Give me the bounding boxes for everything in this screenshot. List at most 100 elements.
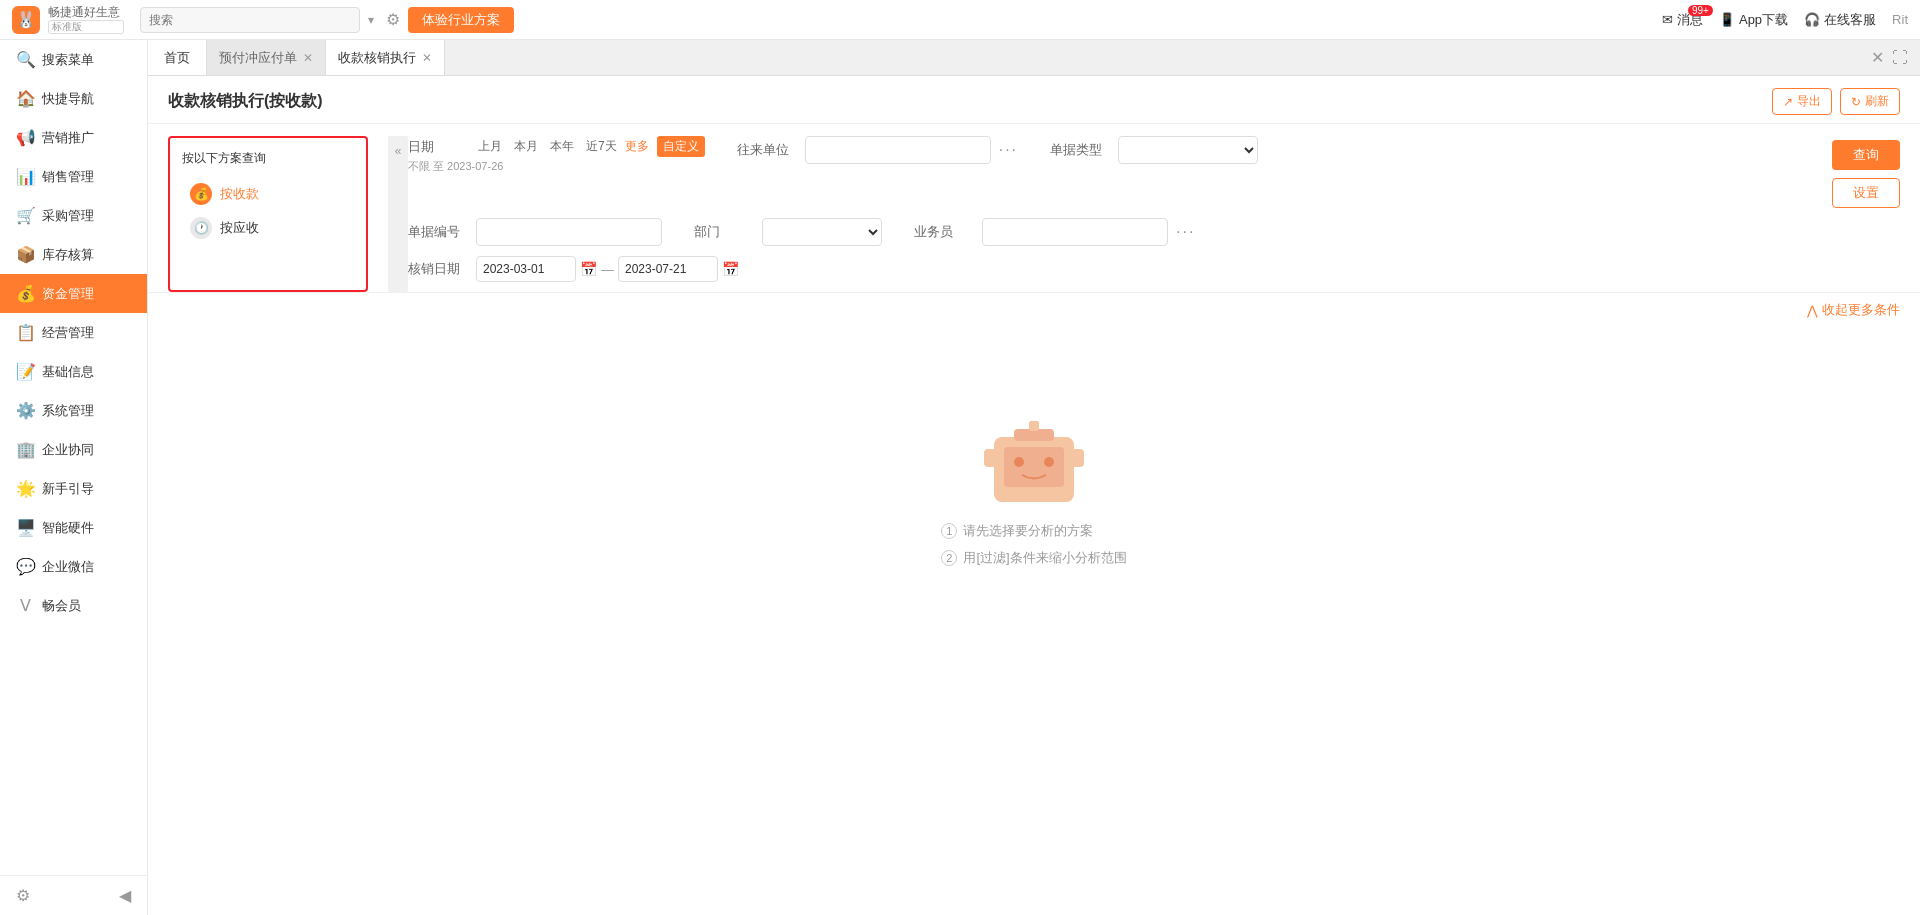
close-all-tabs-icon[interactable]: ✕ xyxy=(1871,48,1884,67)
refresh-icon: ↻ xyxy=(1851,95,1861,109)
top-bar: 🐰 畅捷通好生意 标准版 ▾ ⚙ 体验行业方案 ✉ 消息 99+ 📱 App下载… xyxy=(0,0,1920,40)
empty-state: 1 请先选择要分析的方案 2 用[过滤]条件来缩小分析范围 xyxy=(148,327,1920,650)
tab-prepay[interactable]: 预付冲应付单 ✕ xyxy=(207,40,326,75)
purchase-icon: 🛒 xyxy=(16,206,34,225)
sidebar-item-system[interactable]: ⚙️ 系统管理 xyxy=(0,391,147,430)
salesman-input[interactable] xyxy=(982,218,1168,246)
sidebar-item-hardware[interactable]: 🖥️ 智能硬件 xyxy=(0,508,147,547)
sidebar-item-guide[interactable]: 🌟 新手引导 xyxy=(0,469,147,508)
wechat-icon: 💬 xyxy=(16,557,34,576)
message-button[interactable]: ✉ 消息 99+ xyxy=(1662,11,1703,29)
enterprise-icon: 🏢 xyxy=(16,440,34,459)
filter-option-by-receivable[interactable]: 🕐 按应收 xyxy=(182,211,354,245)
salesman-dots-btn[interactable]: ··· xyxy=(1176,223,1195,241)
search-chevron-icon[interactable]: ▾ xyxy=(368,13,374,27)
verify-date-start-input[interactable] xyxy=(476,256,576,282)
counterpart-dots-btn[interactable]: ··· xyxy=(999,141,1018,159)
sidebar-item-wechat[interactable]: 💬 企业微信 xyxy=(0,547,147,586)
empty-hints: 1 请先选择要分析的方案 2 用[过滤]条件来缩小分析范围 xyxy=(941,519,1126,570)
last-7days-btn[interactable]: 近7天 xyxy=(582,136,621,157)
app-name: 畅捷通好生意 xyxy=(48,5,120,19)
sidebar-item-marketing[interactable]: 📢 营销推广 xyxy=(0,118,147,157)
online-service-button[interactable]: 🎧 在线客服 xyxy=(1804,11,1876,29)
doc-no-input[interactable] xyxy=(476,218,662,246)
custom-date-btn[interactable]: 自定义 xyxy=(657,136,705,157)
message-badge: 99+ xyxy=(1688,5,1713,16)
svg-point-3 xyxy=(1044,457,1054,467)
counterpart-label: 往来单位 xyxy=(737,141,797,159)
verify-date-end-input[interactable] xyxy=(618,256,718,282)
setting-button[interactable]: 设置 xyxy=(1832,178,1900,208)
dept-select[interactable] xyxy=(762,218,882,246)
user-avatar[interactable]: Rit xyxy=(1892,12,1908,27)
solution-button[interactable]: 体验行业方案 xyxy=(408,7,514,33)
sidebar: 🔍 搜索菜单 🏠 快捷导航 📢 营销推广 📊 销售管理 🛒 采购管理 📦 库存核… xyxy=(0,40,148,915)
date-no-limit: 不限 至 2023-07-26 xyxy=(408,159,705,174)
expand-icon[interactable]: ⛶ xyxy=(1892,49,1908,67)
home-icon: 🏠 xyxy=(16,89,34,108)
app-edition: 标准版 xyxy=(48,20,124,34)
collapse-sidebar-icon[interactable]: ◀ xyxy=(119,886,131,905)
verify-date-field: 核销日期 📅 — 📅 xyxy=(408,256,739,282)
tab-home[interactable]: 首页 xyxy=(148,40,207,75)
query-button[interactable]: 查询 xyxy=(1832,140,1900,170)
global-search-input[interactable] xyxy=(140,7,360,33)
sidebar-item-sales[interactable]: 📊 销售管理 xyxy=(0,157,147,196)
tab-collect[interactable]: 收款核销执行 ✕ xyxy=(326,40,445,75)
svg-rect-1 xyxy=(1004,447,1064,487)
verify-end-calendar-icon[interactable]: 📅 xyxy=(722,261,739,277)
doc-type-label: 单据类型 xyxy=(1050,141,1110,159)
sidebar-item-finance[interactable]: 💰 资金管理 xyxy=(0,274,147,313)
empty-hint-1-text: 请先选择要分析的方案 xyxy=(963,519,1093,542)
sidebar-item-inventory[interactable]: 📦 库存核算 xyxy=(0,235,147,274)
filter-panel-title: 按以下方案查询 xyxy=(182,150,354,167)
sidebar-item-vip[interactable]: Ⅴ 畅会员 xyxy=(0,586,147,625)
marketing-icon: 📢 xyxy=(16,128,34,147)
date-filter-group: 日期 上月 本月 本年 近7天 更多 自定义 xyxy=(408,136,705,174)
headset-icon: 🎧 xyxy=(1804,12,1820,27)
message-icon: ✉ xyxy=(1662,12,1673,27)
svg-rect-7 xyxy=(1029,421,1039,431)
chevron-left-icon: « xyxy=(395,144,402,158)
settings-bottom-icon[interactable]: ⚙ xyxy=(16,886,30,905)
vip-icon: Ⅴ xyxy=(16,596,34,615)
last-month-btn[interactable]: 上月 xyxy=(474,136,506,157)
filter-option-by-collect[interactable]: 💰 按收款 xyxy=(182,177,354,211)
dept-field: 部门 xyxy=(694,218,882,246)
sidebar-item-enterprise[interactable]: 🏢 企业协同 xyxy=(0,430,147,469)
filter-left-panel: 按以下方案查询 💰 按收款 🕐 按应收 xyxy=(168,136,368,292)
sidebar-item-operations[interactable]: 📋 经营管理 xyxy=(0,313,147,352)
refresh-button[interactable]: ↻ 刷新 xyxy=(1840,88,1900,115)
settings-gear-icon[interactable]: ⚙ xyxy=(386,10,400,29)
empty-hint-1: 1 请先选择要分析的方案 xyxy=(941,519,1126,542)
this-month-btn[interactable]: 本月 xyxy=(510,136,542,157)
collapse-more-conditions[interactable]: ⋀ 收起更多条件 xyxy=(148,292,1920,327)
export-button[interactable]: ↗ 导出 xyxy=(1772,88,1832,115)
page-content: 收款核销执行(按收款) ↗ 导出 ↻ 刷新 xyxy=(148,76,1920,915)
this-year-btn[interactable]: 本年 xyxy=(546,136,578,157)
date-range-separator: — xyxy=(601,262,614,277)
filter-collapse-button[interactable]: « xyxy=(388,136,408,292)
filter-form: 日期 上月 本月 本年 近7天 更多 自定义 xyxy=(408,136,1900,292)
verify-start-calendar-icon[interactable]: 📅 xyxy=(580,261,597,277)
sidebar-item-quick-nav[interactable]: 🏠 快捷导航 xyxy=(0,79,147,118)
sales-icon: 📊 xyxy=(16,167,34,186)
sidebar-item-basic-info[interactable]: 📝 基础信息 xyxy=(0,352,147,391)
doc-type-select[interactable] xyxy=(1118,136,1258,164)
salesman-field: 业务员 ··· xyxy=(914,218,1195,246)
verify-date-label: 核销日期 xyxy=(408,260,468,278)
tab-collect-close[interactable]: ✕ xyxy=(422,51,432,65)
counterpart-input[interactable] xyxy=(805,136,991,164)
date-shortcuts: 上月 本月 本年 近7天 更多 自定义 xyxy=(474,136,705,157)
page-header-actions: ↗ 导出 ↻ 刷新 xyxy=(1772,88,1900,115)
chevron-up-icon: ⋀ xyxy=(1807,303,1818,318)
app-download-button[interactable]: 📱 App下载 xyxy=(1719,11,1788,29)
counterpart-field: 往来单位 ··· xyxy=(737,136,1018,164)
sidebar-item-purchase[interactable]: 🛒 采购管理 xyxy=(0,196,147,235)
more-date-btn[interactable]: 更多 xyxy=(625,138,649,155)
tab-prepay-close[interactable]: ✕ xyxy=(303,51,313,65)
step-2-num: 2 xyxy=(941,550,957,566)
filter-area: 按以下方案查询 💰 按收款 🕐 按应收 « xyxy=(148,124,1920,292)
sidebar-item-search[interactable]: 🔍 搜索菜单 xyxy=(0,40,147,79)
inventory-icon: 📦 xyxy=(16,245,34,264)
